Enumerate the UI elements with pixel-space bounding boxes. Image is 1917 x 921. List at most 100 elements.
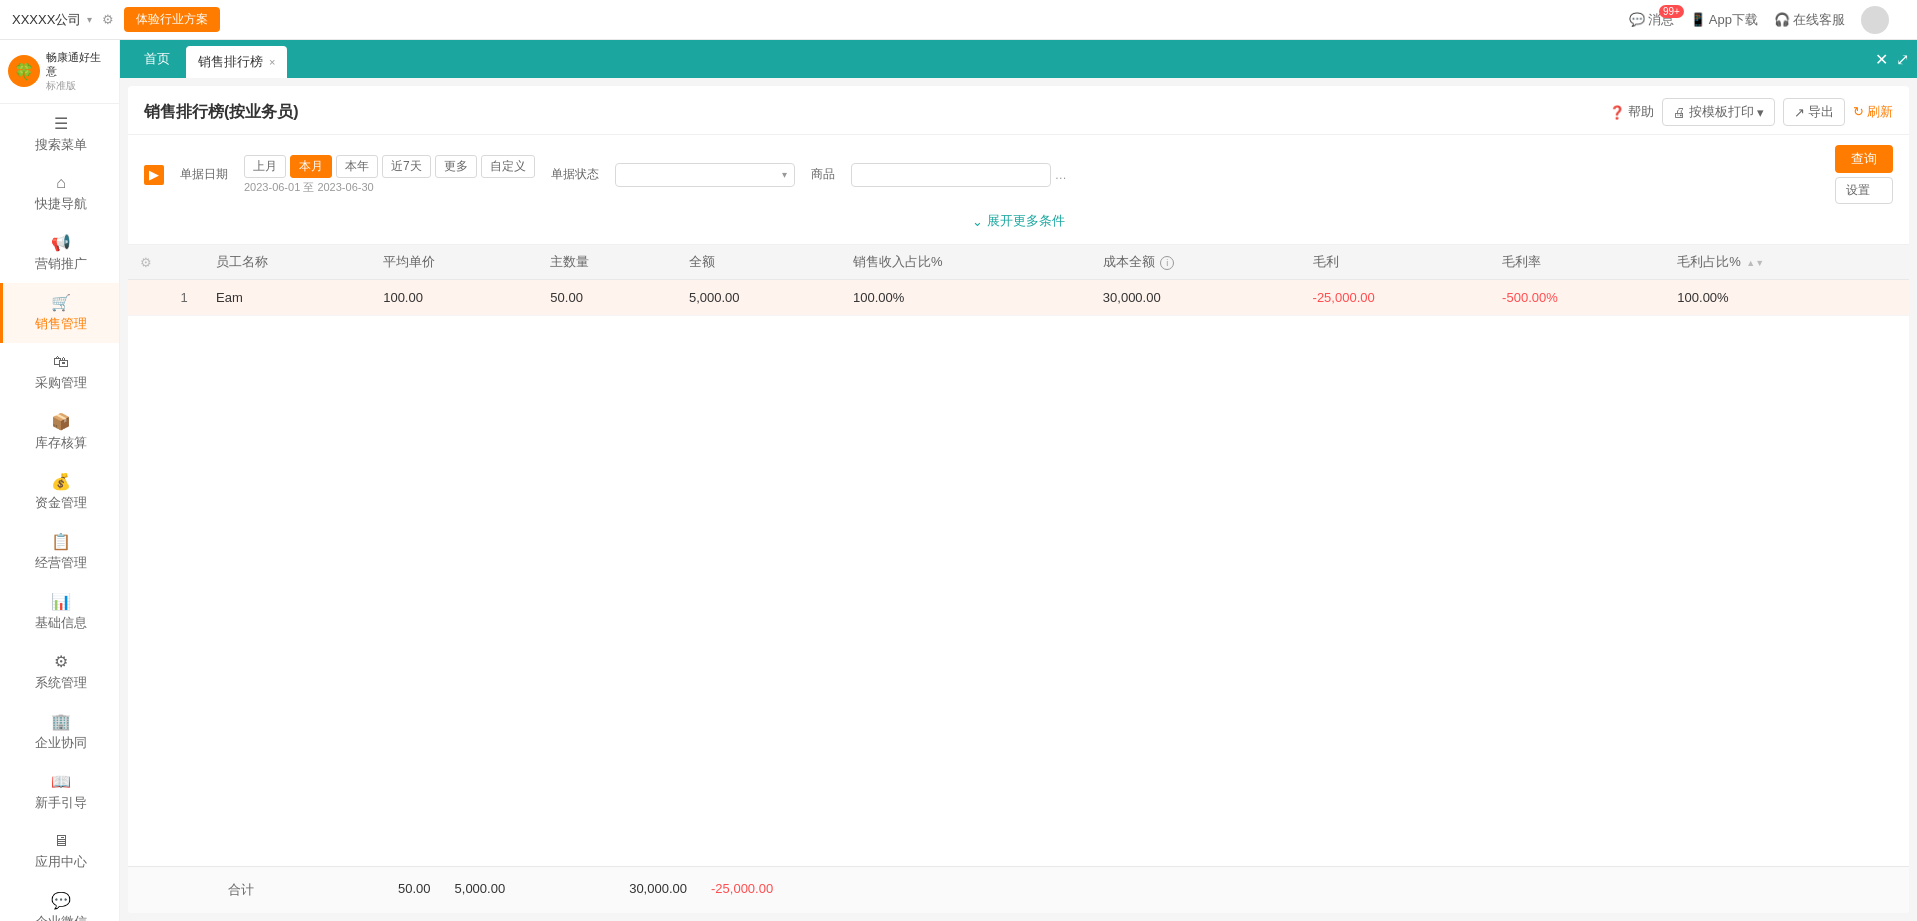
sidebar-label-guide: 新手引导 (35, 794, 87, 812)
inventory-icon: 📦 (51, 412, 71, 431)
col-sales-pct: 销售收入占比% (841, 245, 1091, 280)
sidebar-item-inventory[interactable]: 📦 库存核算 (0, 402, 119, 462)
tab-close-button[interactable]: ✕ (1875, 50, 1888, 69)
main-layout: 🍀 畅康通好生意 标准版 ☰ 搜索菜单 ⌂ 快捷导航 📢 营销推广 🛒 销售管理… (0, 40, 1917, 921)
apps-icon: 🖥 (53, 832, 69, 850)
col-name: 员工名称 (204, 245, 371, 280)
expand-icon: ⌄ (972, 214, 983, 229)
system-icon: ⚙ (54, 652, 68, 671)
company-selector[interactable]: XXXXX公司 ▾ (12, 11, 92, 29)
tab-close-icon[interactable]: × (269, 56, 275, 68)
avatar[interactable] (1861, 6, 1889, 34)
top-bar-right: 💬 消息 99+ 📱 App下载 🎧 在线客服 (1629, 6, 1905, 34)
guide-icon: 📖 (51, 772, 71, 791)
sidebar-item-guide[interactable]: 📖 新手引导 (0, 762, 119, 822)
tab-expand-button[interactable]: ⤢ (1896, 50, 1909, 69)
company-chevron-icon: ▾ (87, 14, 92, 25)
footer-amount: 5,000.00 (443, 875, 518, 905)
col-settings: ⚙ (128, 245, 164, 280)
trial-button[interactable]: 体验行业方案 (124, 7, 220, 32)
date-label: 单据日期 (180, 166, 228, 183)
col-gross-pct: 毛利占比% ▲▼ (1665, 245, 1909, 280)
col-qty: 主数量 (538, 245, 677, 280)
basic-icon: 📊 (51, 592, 71, 611)
row-name: Eam (204, 280, 371, 316)
footer-cost: 30,000.00 (617, 875, 699, 905)
refresh-icon: ↻ (1853, 104, 1864, 119)
sidebar-item-search[interactable]: ☰ 搜索菜单 (0, 104, 119, 164)
sidebar-item-finance[interactable]: 💰 资金管理 (0, 462, 119, 522)
company-name: XXXXX公司 (12, 11, 81, 29)
table-settings-icon[interactable]: ⚙ (140, 255, 152, 270)
footer-gross: -25,000.00 (699, 875, 785, 905)
help-button[interactable]: ❓ 帮助 (1609, 103, 1654, 121)
page-header-actions: ❓ 帮助 🖨 按模板打印 ▾ ↗ 导出 ↻ 刷新 (1609, 98, 1893, 126)
settings-filter-button[interactable]: 设置 (1835, 177, 1893, 204)
row-cost: 30,000.00 (1091, 280, 1301, 316)
sidebar-label-wechat: 企业微信 (35, 913, 87, 921)
tab-sales-ranking[interactable]: 销售排行榜 × (186, 46, 287, 78)
status-select-wrap: ▾ (615, 163, 795, 187)
col-gross: 毛利 (1301, 245, 1491, 280)
sidebar-label-marketing: 营销推广 (35, 255, 87, 273)
refresh-button[interactable]: ↻ 刷新 (1853, 103, 1893, 121)
sidebar-item-shortcuts[interactable]: ⌂ 快捷导航 (0, 164, 119, 223)
sidebar-item-sales[interactable]: 🛒 销售管理 (0, 283, 119, 343)
export-button[interactable]: ↗ 导出 (1783, 98, 1845, 126)
sidebar-item-operations[interactable]: 📋 经营管理 (0, 522, 119, 582)
sidebar-label-finance: 资金管理 (35, 494, 87, 512)
expand-more-row: ⌄ 展开更多条件 (144, 208, 1893, 234)
search-menu-icon: ☰ (54, 114, 68, 133)
logo-text: 畅康通好生意 (46, 50, 111, 79)
template-print-button[interactable]: 🖨 按模板打印 ▾ (1662, 98, 1775, 126)
sidebar-item-enterprise[interactable]: 🏢 企业协同 (0, 702, 119, 762)
app-download-button[interactable]: 📱 App下载 (1690, 11, 1758, 29)
date-btn-this-year[interactable]: 本年 (336, 155, 378, 178)
table-header-row: ⚙ 员工名称 平均单价 主数量 (128, 245, 1909, 280)
status-select[interactable] (615, 163, 795, 187)
page-title: 销售排行榜(按业务员) (144, 102, 299, 123)
expand-more-button[interactable]: ⌄ 展开更多条件 (972, 208, 1065, 234)
sidebar-item-apps[interactable]: 🖥 应用中心 (0, 822, 119, 881)
sidebar-item-marketing[interactable]: 📢 营销推广 (0, 223, 119, 283)
online-service-button[interactable]: 🎧 在线客服 (1774, 11, 1845, 29)
sidebar: 🍀 畅康通好生意 标准版 ☰ 搜索菜单 ⌂ 快捷导航 📢 营销推广 🛒 销售管理… (0, 40, 120, 921)
page-header: 销售排行榜(按业务员) ❓ 帮助 🖨 按模板打印 ▾ ↗ 导出 (128, 86, 1909, 135)
print-chevron-icon: ▾ (1757, 105, 1764, 120)
goods-input[interactable] (851, 163, 1051, 187)
export-icon: ↗ (1794, 105, 1805, 120)
goods-more-icon[interactable]: … (1055, 168, 1067, 182)
date-btn-7days[interactable]: 近7天 (382, 155, 431, 178)
date-btn-this-month[interactable]: 本月 (290, 155, 332, 178)
sidebar-label-enterprise: 企业协同 (35, 734, 87, 752)
col-rank (164, 245, 204, 280)
message-button[interactable]: 💬 消息 99+ (1629, 11, 1674, 29)
cost-info-icon[interactable]: i (1160, 256, 1174, 270)
sidebar-item-basic[interactable]: 📊 基础信息 (0, 582, 119, 642)
row-gross: -25,000.00 (1301, 280, 1491, 316)
sidebar-label-system: 系统管理 (35, 674, 87, 692)
sidebar-item-wechat[interactable]: 💬 企业微信 (0, 881, 119, 921)
col-cost: 成本全额 i (1091, 245, 1301, 280)
date-filter-buttons: 上月 本月 本年 近7天 更多 自定义 (244, 155, 535, 178)
settings-icon[interactable]: ⚙ (102, 12, 114, 27)
date-btn-more[interactable]: 更多 (435, 155, 477, 178)
enterprise-icon: 🏢 (51, 712, 71, 731)
tab-bar-actions: ✕ ⤢ (1875, 50, 1909, 69)
sidebar-item-purchase[interactable]: 🛍 采购管理 (0, 343, 119, 402)
goods-filter-wrap: … (851, 163, 1819, 187)
date-btn-custom[interactable]: 自定义 (481, 155, 535, 178)
sidebar-label-basic: 基础信息 (35, 614, 87, 632)
sidebar-item-system[interactable]: ⚙ 系统管理 (0, 642, 119, 702)
filter-expand-arrow[interactable]: ▶ (144, 165, 164, 185)
tab-home[interactable]: 首页 (128, 40, 186, 78)
gross-pct-sort-icon[interactable]: ▲▼ (1746, 258, 1764, 268)
query-button[interactable]: 查询 (1835, 145, 1893, 173)
message-badge: 99+ (1659, 5, 1684, 18)
sales-ranking-table: ⚙ 员工名称 平均单价 主数量 (128, 245, 1909, 316)
date-btn-last-month[interactable]: 上月 (244, 155, 286, 178)
row-avg-price: 100.00 (371, 280, 538, 316)
marketing-icon: 📢 (51, 233, 71, 252)
col-avg-price: 平均单价 (371, 245, 538, 280)
sidebar-label-inventory: 库存核算 (35, 434, 87, 452)
